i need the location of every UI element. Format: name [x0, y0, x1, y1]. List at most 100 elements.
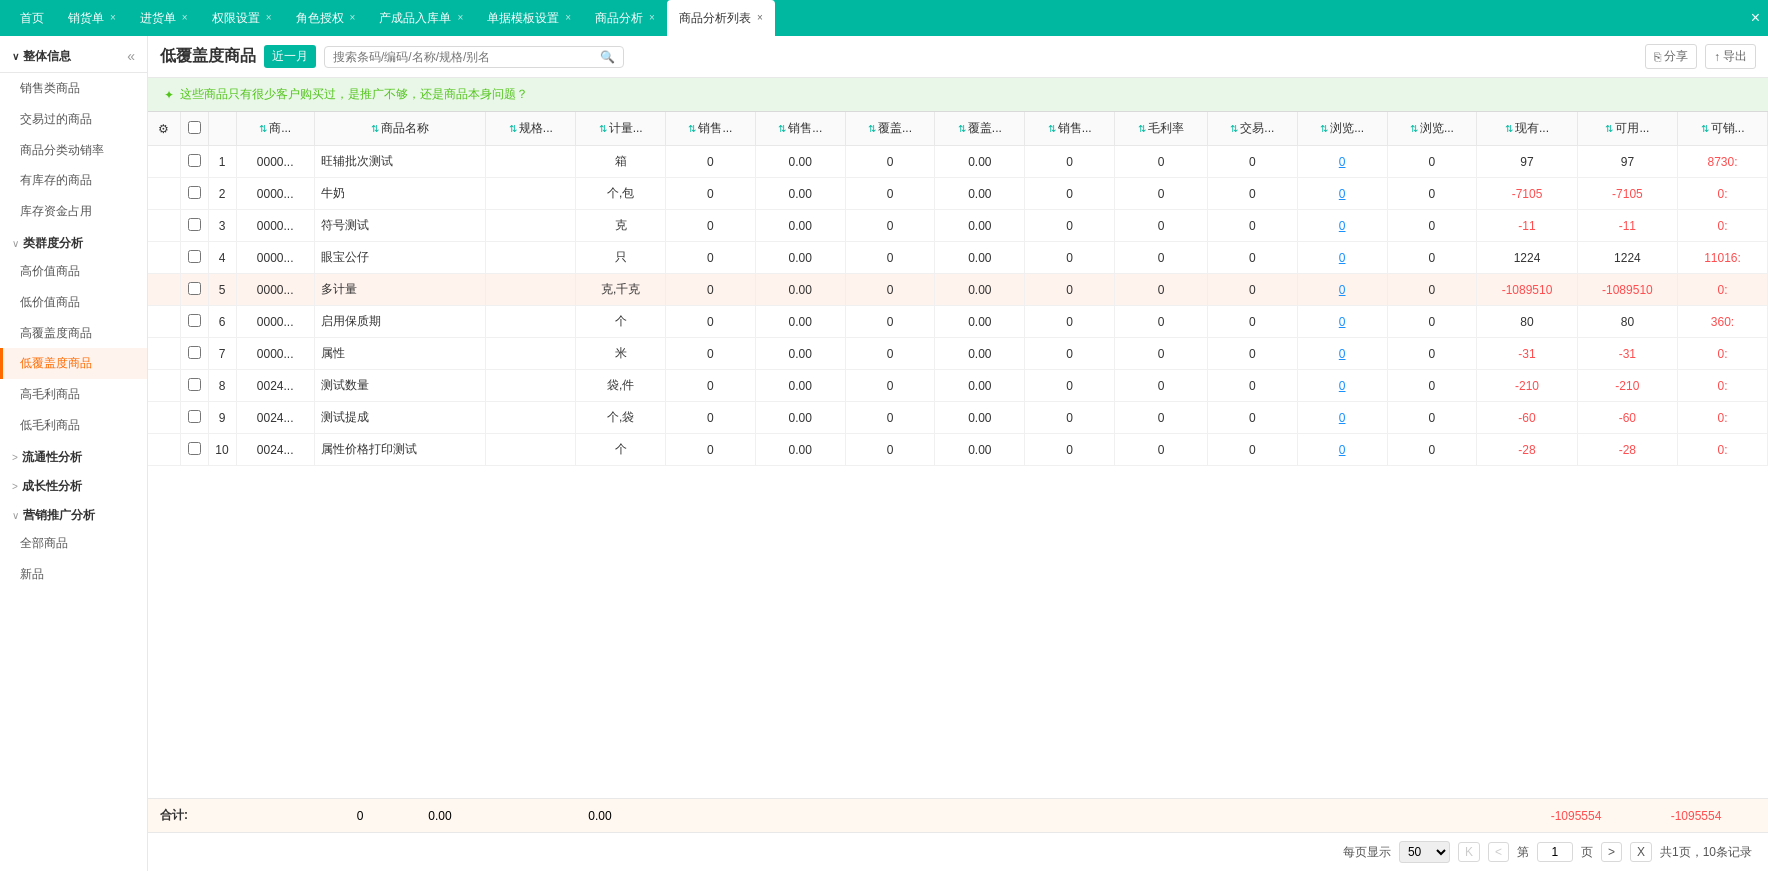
- sidebar-collapse-button[interactable]: «: [123, 44, 139, 68]
- sidebar-item-high-coverage[interactable]: 高覆盖度商品: [0, 318, 147, 349]
- column-code[interactable]: ⇅商...: [236, 112, 314, 146]
- row-select-checkbox[interactable]: [188, 346, 201, 359]
- column-avail[interactable]: ⇅可用...: [1577, 112, 1677, 146]
- column-sales-c[interactable]: ⇅销售...: [1025, 112, 1115, 146]
- row-gear[interactable]: [148, 338, 180, 370]
- row-checkbox[interactable]: [180, 178, 208, 210]
- column-browse-a[interactable]: ⇅浏览...: [1297, 112, 1387, 146]
- row-browse-a[interactable]: 0: [1297, 370, 1387, 402]
- prev-page-button[interactable]: <: [1488, 842, 1509, 862]
- tab-home[interactable]: 首页: [8, 0, 56, 36]
- share-button[interactable]: ⎘ 分享: [1645, 44, 1697, 69]
- row-browse-a[interactable]: 0: [1297, 434, 1387, 466]
- row-checkbox[interactable]: [180, 338, 208, 370]
- close-icon[interactable]: ×: [565, 0, 571, 36]
- page-size-select[interactable]: 50 100 200: [1399, 841, 1450, 863]
- sidebar-item-high-margin[interactable]: 高毛利商品: [0, 379, 147, 410]
- row-gear[interactable]: [148, 242, 180, 274]
- column-trans[interactable]: ⇅交易...: [1207, 112, 1297, 146]
- column-saleable[interactable]: ⇅可销...: [1678, 112, 1768, 146]
- sidebar-item-low-coverage[interactable]: 低覆盖度商品: [0, 348, 147, 379]
- close-icon[interactable]: ×: [457, 0, 463, 36]
- row-checkbox[interactable]: [180, 306, 208, 338]
- row-select-checkbox[interactable]: [188, 218, 201, 231]
- row-select-checkbox[interactable]: [188, 410, 201, 423]
- last-page-button[interactable]: X: [1630, 842, 1652, 862]
- row-select-checkbox[interactable]: [188, 442, 201, 455]
- first-page-button[interactable]: K: [1458, 842, 1480, 862]
- sidebar-item-high-value[interactable]: 高价值商品: [0, 256, 147, 287]
- tab-purchase-order[interactable]: 进货单 ×: [128, 0, 200, 36]
- close-icon[interactable]: ×: [649, 0, 655, 36]
- row-select-checkbox[interactable]: [188, 154, 201, 167]
- sidebar-item-capital[interactable]: 库存资金占用: [0, 196, 147, 227]
- tab-product-analysis-list[interactable]: 商品分析列表 ×: [667, 0, 775, 36]
- tab-role-auth[interactable]: 角色授权 ×: [284, 0, 368, 36]
- row-browse-a[interactable]: 0: [1297, 146, 1387, 178]
- row-checkbox[interactable]: [180, 402, 208, 434]
- row-select-checkbox[interactable]: [188, 378, 201, 391]
- close-icon[interactable]: ×: [110, 0, 116, 36]
- row-checkbox[interactable]: [180, 242, 208, 274]
- row-browse-a[interactable]: 0: [1297, 242, 1387, 274]
- row-select-checkbox[interactable]: [188, 186, 201, 199]
- row-checkbox[interactable]: [180, 146, 208, 178]
- row-gear[interactable]: [148, 370, 180, 402]
- row-checkbox[interactable]: [180, 210, 208, 242]
- row-gear[interactable]: [148, 178, 180, 210]
- sidebar-item-new-goods[interactable]: 新品: [0, 559, 147, 590]
- close-all-button[interactable]: ×: [1751, 9, 1760, 27]
- close-icon[interactable]: ×: [182, 0, 188, 36]
- row-checkbox[interactable]: [180, 274, 208, 306]
- column-spec[interactable]: ⇅规格...: [486, 112, 576, 146]
- next-page-button[interactable]: >: [1601, 842, 1622, 862]
- row-select-checkbox[interactable]: [188, 282, 201, 295]
- row-checkbox[interactable]: [180, 434, 208, 466]
- close-icon[interactable]: ×: [350, 0, 356, 36]
- date-filter-button[interactable]: 近一月: [264, 45, 316, 68]
- row-browse-a[interactable]: 0: [1297, 306, 1387, 338]
- sidebar-item-category-rate[interactable]: 商品分类动销率: [0, 135, 147, 166]
- row-gear[interactable]: [148, 210, 180, 242]
- row-select-checkbox[interactable]: [188, 314, 201, 327]
- row-checkbox[interactable]: [180, 370, 208, 402]
- row-browse-a[interactable]: 0: [1297, 338, 1387, 370]
- column-gross-rate[interactable]: ⇅毛利率: [1115, 112, 1208, 146]
- column-unit[interactable]: ⇅计量...: [576, 112, 666, 146]
- sidebar-item-low-margin[interactable]: 低毛利商品: [0, 410, 147, 441]
- search-input[interactable]: [333, 50, 600, 64]
- close-icon[interactable]: ×: [757, 0, 763, 36]
- column-cover-b[interactable]: ⇅覆盖...: [935, 112, 1025, 146]
- tab-template-settings[interactable]: 单据模板设置 ×: [475, 0, 583, 36]
- export-button[interactable]: ↑ 导出: [1705, 44, 1756, 69]
- column-gear[interactable]: ⚙: [148, 112, 180, 146]
- sidebar-item-low-value[interactable]: 低价值商品: [0, 287, 147, 318]
- column-current[interactable]: ⇅现有...: [1477, 112, 1577, 146]
- row-browse-a[interactable]: 0: [1297, 178, 1387, 210]
- close-icon[interactable]: ×: [266, 0, 272, 36]
- row-gear[interactable]: [148, 434, 180, 466]
- tab-permissions[interactable]: 权限设置 ×: [200, 0, 284, 36]
- search-icon[interactable]: 🔍: [600, 50, 615, 64]
- sidebar-item-sales-goods[interactable]: 销售类商品: [0, 73, 147, 104]
- row-select-checkbox[interactable]: [188, 250, 201, 263]
- page-number-input[interactable]: [1537, 842, 1573, 862]
- row-gear[interactable]: [148, 146, 180, 178]
- sidebar-item-in-stock[interactable]: 有库存的商品: [0, 165, 147, 196]
- sidebar-item-traded-goods[interactable]: 交易过的商品: [0, 104, 147, 135]
- row-gear[interactable]: [148, 402, 180, 434]
- row-browse-a[interactable]: 0: [1297, 210, 1387, 242]
- tab-sales-order[interactable]: 销货单 ×: [56, 0, 128, 36]
- column-sales-amt[interactable]: ⇅销售...: [755, 112, 845, 146]
- sidebar-item-all-goods[interactable]: 全部商品: [0, 528, 147, 559]
- column-cover-a[interactable]: ⇅覆盖...: [845, 112, 935, 146]
- column-browse-b[interactable]: ⇅浏览...: [1387, 112, 1477, 146]
- column-name[interactable]: ⇅商品名称: [314, 112, 486, 146]
- column-sales-qty[interactable]: ⇅销售...: [666, 112, 756, 146]
- row-browse-a[interactable]: 0: [1297, 402, 1387, 434]
- row-gear[interactable]: [148, 306, 180, 338]
- row-browse-a[interactable]: 0: [1297, 274, 1387, 306]
- row-gear[interactable]: [148, 274, 180, 306]
- tab-product-inbound[interactable]: 产成品入库单 ×: [367, 0, 475, 36]
- tab-product-analysis[interactable]: 商品分析 ×: [583, 0, 667, 36]
